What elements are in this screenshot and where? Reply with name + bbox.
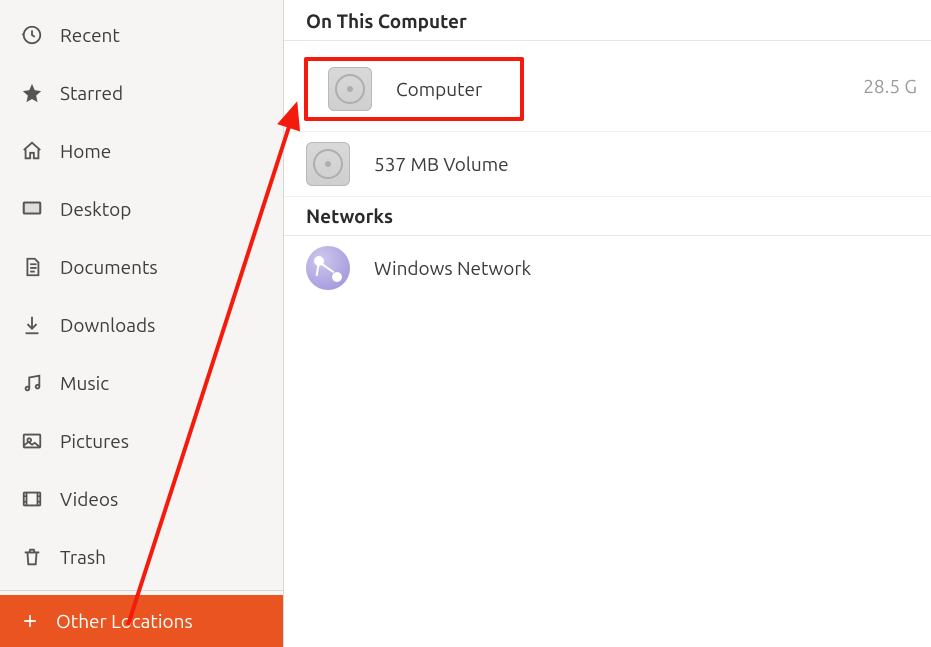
sidebar-item-label: Documents	[60, 256, 158, 278]
desktop-icon	[20, 197, 44, 221]
sidebar-item-label: Home	[60, 140, 111, 162]
network-icon	[306, 246, 350, 290]
location-row-volume[interactable]: 537 MB Volume	[284, 132, 931, 197]
sidebar-item-home[interactable]: Home	[0, 122, 283, 180]
videos-icon	[20, 487, 44, 511]
sidebar-separator	[0, 590, 283, 591]
main-panel: On This Computer Computer 28.5 G 537 MB …	[284, 0, 931, 647]
trash-icon	[20, 545, 44, 569]
music-icon	[20, 371, 44, 395]
downloads-icon	[20, 313, 44, 337]
harddisk-icon	[306, 142, 350, 186]
sidebar-item-label: Pictures	[60, 430, 129, 452]
sidebar-item-pictures[interactable]: Pictures	[0, 412, 283, 470]
sidebar-item-desktop[interactable]: Desktop	[0, 180, 283, 238]
documents-icon	[20, 255, 44, 279]
sidebar-item-label: Recent	[60, 24, 120, 46]
sidebar-item-label: Music	[60, 372, 109, 394]
sidebar-item-label: Trash	[60, 546, 106, 568]
recent-icon	[20, 23, 44, 47]
sidebar-footer-label: Other Locations	[56, 610, 193, 632]
sidebar-item-videos[interactable]: Videos	[0, 470, 283, 528]
section-header-networks: Networks	[284, 197, 931, 236]
sidebar-item-downloads[interactable]: Downloads	[0, 296, 283, 354]
sidebar-item-documents[interactable]: Documents	[0, 238, 283, 296]
star-icon	[20, 81, 44, 105]
sidebar-item-starred[interactable]: Starred	[0, 64, 283, 122]
sidebar-item-label: Starred	[60, 82, 123, 104]
location-label: Computer	[396, 78, 510, 100]
plus-icon	[20, 611, 40, 631]
location-size: 28.5 G	[863, 75, 921, 97]
location-row-windows-network[interactable]: Windows Network	[284, 236, 931, 300]
sidebar: Recent Starred Home Desktop Documents	[0, 0, 284, 647]
sidebar-item-trash[interactable]: Trash	[0, 528, 283, 586]
harddisk-icon	[328, 67, 372, 111]
pictures-icon	[20, 429, 44, 453]
sidebar-item-label: Desktop	[60, 198, 131, 220]
sidebar-item-label: Downloads	[60, 314, 155, 336]
location-label: Windows Network	[374, 257, 921, 279]
sidebar-item-label: Videos	[60, 488, 118, 510]
sidebar-list: Recent Starred Home Desktop Documents	[0, 0, 283, 595]
sidebar-item-other-locations[interactable]: Other Locations	[0, 595, 283, 647]
home-icon	[20, 139, 44, 163]
location-row-computer[interactable]: Computer	[304, 57, 524, 121]
sidebar-item-music[interactable]: Music	[0, 354, 283, 412]
sidebar-item-recent[interactable]: Recent	[0, 6, 283, 64]
location-label: 537 MB Volume	[374, 153, 921, 175]
section-header-computer: On This Computer	[284, 2, 931, 41]
